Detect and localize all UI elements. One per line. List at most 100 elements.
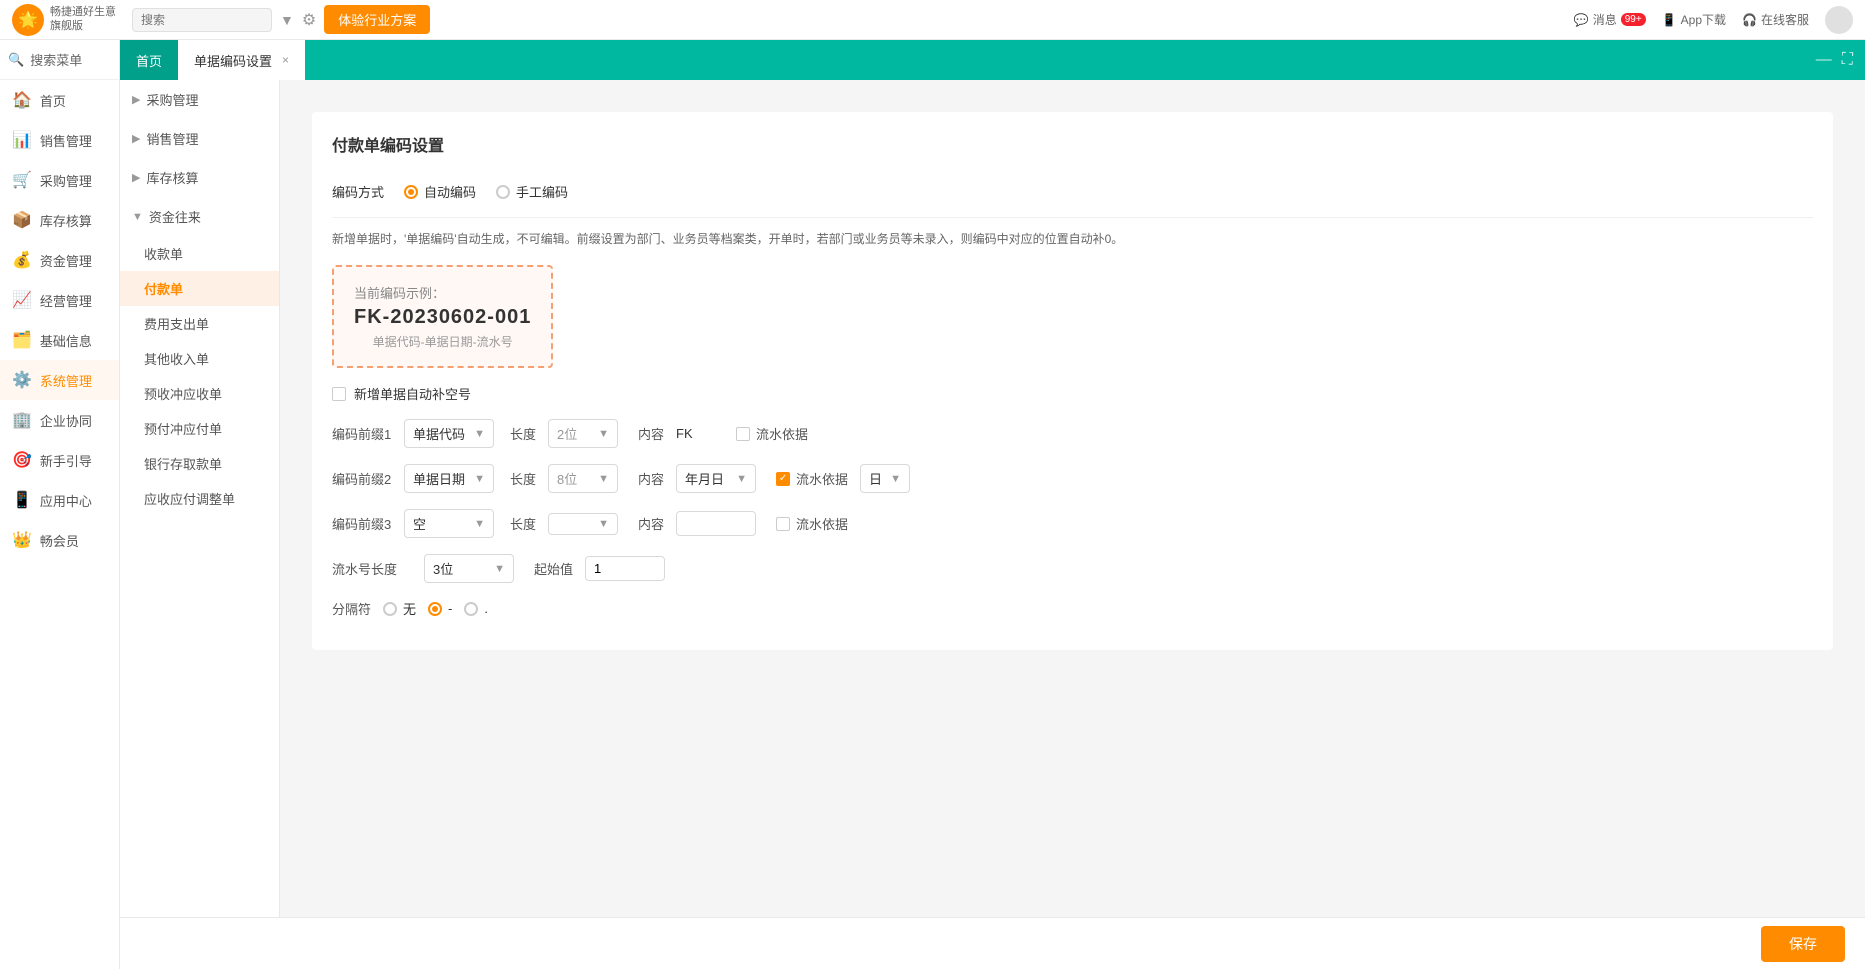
sidebar-item-system[interactable]: ⚙️ 系统管理 bbox=[0, 360, 119, 400]
operation-icon: 📈 bbox=[12, 290, 32, 310]
code-example-sub: 单据代码-单据日期-流水号 bbox=[354, 333, 531, 350]
chevron-down-icon: ▼ bbox=[474, 473, 485, 485]
manual-encode-radio[interactable] bbox=[496, 185, 510, 199]
sub-menu-item-other-income[interactable]: 其他收入单 bbox=[120, 341, 279, 376]
sidebar-item-operation[interactable]: 📈 经营管理 bbox=[0, 280, 119, 320]
tab-encoding-settings[interactable]: 单据编码设置 × bbox=[178, 40, 305, 80]
sidebar-item-enterprise[interactable]: 🏢 企业协同 bbox=[0, 400, 119, 440]
separator-label: 分隔符 bbox=[332, 599, 371, 618]
sidebar-item-basic[interactable]: 🗂️ 基础信息 bbox=[0, 320, 119, 360]
len3-select[interactable]: ▼ bbox=[548, 513, 618, 535]
len3-label: 长度 bbox=[510, 514, 536, 533]
trial-button[interactable]: 体验行业方案 bbox=[324, 5, 430, 34]
sales-icon: 📊 bbox=[12, 130, 32, 150]
serial-len-label: 流水号长度 bbox=[332, 559, 412, 578]
sidebar-item-purchase[interactable]: 🛒 采购管理 bbox=[0, 160, 119, 200]
sub-menu-sales: ▶ 销售管理 bbox=[120, 119, 279, 158]
app-icon: 📱 bbox=[1662, 13, 1677, 27]
sep-dot-radio[interactable] bbox=[464, 602, 478, 616]
prefix2-row: 编码前缀2 单据日期 ▼ 长度 8位 ▼ 内容 年月日 ▼ ✓ 流水依据 bbox=[332, 464, 1813, 493]
serial1-checkbox[interactable] bbox=[736, 427, 750, 441]
len2-select[interactable]: 8位 ▼ bbox=[548, 464, 618, 493]
page-title: 付款单编码设置 bbox=[332, 132, 1813, 156]
search-input[interactable] bbox=[132, 8, 272, 32]
len1-select[interactable]: 2位 ▼ bbox=[548, 419, 618, 448]
sub-menu-item-expense[interactable]: 费用支出单 bbox=[120, 306, 279, 341]
search-menu-btn[interactable]: 🔍 搜索菜单 bbox=[0, 40, 119, 80]
headset-icon: 🎧 bbox=[1742, 13, 1757, 27]
serial3-check: 流水依据 bbox=[776, 514, 848, 533]
prefix3-row: 编码前缀3 空 ▼ 长度 ▼ 内容 流水依据 bbox=[332, 509, 1813, 538]
minimize-icon[interactable]: — bbox=[1816, 51, 1832, 69]
encoding-radio-group: 自动编码 手工编码 bbox=[404, 182, 568, 201]
sidebar-item-newbie[interactable]: 🎯 新手引导 bbox=[0, 440, 119, 480]
tabbar-right: — ⛶ bbox=[1804, 40, 1865, 80]
serial3-checkbox[interactable] bbox=[776, 517, 790, 531]
prefix3-select[interactable]: 空 ▼ bbox=[404, 509, 494, 538]
sub-menu-item-receipt[interactable]: 收款单 bbox=[120, 236, 279, 271]
sep-dot-option[interactable]: . bbox=[464, 601, 488, 616]
sidebar-item-home[interactable]: 🏠 首页 bbox=[0, 80, 119, 120]
settings-card: 付款单编码设置 编码方式 自动编码 手工编码 新增单据时，'单据编码'自动生成，… bbox=[312, 112, 1833, 650]
sep-none-option[interactable]: 无 bbox=[383, 599, 416, 618]
dropdown-btn[interactable]: ▼ bbox=[280, 12, 294, 28]
main-content: 付款单编码设置 编码方式 自动编码 手工编码 新增单据时，'单据编码'自动生成，… bbox=[120, 80, 1865, 969]
sub-menu-item-bank[interactable]: 银行存取款单 bbox=[120, 446, 279, 481]
sub-menu-item-prepay-collect[interactable]: 预收冲应收单 bbox=[120, 376, 279, 411]
sub-menu-header-purchase[interactable]: ▶ 采购管理 bbox=[120, 80, 279, 119]
serial-len-select[interactable]: 3位 ▼ bbox=[424, 554, 514, 583]
sidebar-item-sales[interactable]: 📊 销售管理 bbox=[0, 120, 119, 160]
sep-none-radio[interactable] bbox=[383, 602, 397, 616]
expand-icon[interactable]: ⛶ bbox=[1842, 51, 1853, 69]
chevron-right-icon: ▶ bbox=[132, 132, 140, 145]
basic-icon: 🗂️ bbox=[12, 330, 32, 350]
save-button[interactable]: 保存 bbox=[1761, 926, 1845, 962]
sub-menu-item-ar-ap[interactable]: 应收应付调整单 bbox=[120, 481, 279, 516]
content3-input[interactable] bbox=[676, 511, 756, 536]
encoding-method-label: 编码方式 bbox=[332, 182, 384, 201]
sidebar-item-apps[interactable]: 📱 应用中心 bbox=[0, 480, 119, 520]
prefix1-row: 编码前缀1 单据代码 ▼ 长度 2位 ▼ 内容 FK 流水依据 bbox=[332, 419, 1813, 448]
info-text: 新增单据时，'单据编码'自动生成，不可编辑。前缀设置为部门、业务员等档案类，开单… bbox=[332, 230, 1813, 249]
start-value-input[interactable] bbox=[585, 556, 665, 581]
code-example-value: FK-20230602-001 bbox=[354, 306, 531, 329]
auto-fill-row: 新增单据自动补空号 bbox=[332, 384, 1813, 403]
message-icon: 💬 bbox=[1574, 13, 1589, 27]
sub-menu-header-sales[interactable]: ▶ 销售管理 bbox=[120, 119, 279, 158]
sub-menu-item-prepay-pay[interactable]: 预付冲应付单 bbox=[120, 411, 279, 446]
app-download-btn[interactable]: 📱 App下载 bbox=[1662, 11, 1726, 28]
sidebar: 🔍 搜索菜单 🏠 首页 📊 销售管理 🛒 采购管理 📦 库存核算 💰 资金管理 … bbox=[0, 40, 120, 969]
sep-dash-option[interactable]: - bbox=[428, 601, 452, 616]
manual-encode-option[interactable]: 手工编码 bbox=[496, 182, 568, 201]
sub-menu-header-inventory[interactable]: ▶ 库存核算 bbox=[120, 158, 279, 197]
auto-encode-option[interactable]: 自动编码 bbox=[404, 182, 476, 201]
content2-label: 内容 bbox=[638, 469, 664, 488]
auto-fill-checkbox[interactable] bbox=[332, 387, 346, 401]
sidebar-item-finance[interactable]: 💰 资金管理 bbox=[0, 240, 119, 280]
content2-select[interactable]: 年月日 ▼ bbox=[676, 464, 756, 493]
sidebar-item-inventory[interactable]: 📦 库存核算 bbox=[0, 200, 119, 240]
chevron-right-icon: ▶ bbox=[132, 93, 140, 106]
service-btn[interactable]: 🎧 在线客服 bbox=[1742, 11, 1809, 28]
tab-home[interactable]: 首页 bbox=[120, 40, 178, 80]
sep-dash-radio[interactable] bbox=[428, 602, 442, 616]
settings-icon[interactable]: ⚙ bbox=[302, 10, 316, 30]
topbar: 🌟 畅捷通好生意 旗舰版 ▼ ⚙ 体验行业方案 💬 消息 99+ 📱 App下载… bbox=[0, 0, 1865, 40]
apps-icon: 📱 bbox=[12, 490, 32, 510]
close-icon[interactable]: × bbox=[282, 53, 289, 67]
auto-encode-radio[interactable] bbox=[404, 185, 418, 199]
avatar[interactable] bbox=[1825, 6, 1853, 34]
content-area: 付款单编码设置 编码方式 自动编码 手工编码 新增单据时，'单据编码'自动生成，… bbox=[296, 96, 1849, 666]
serial-row: 流水号长度 3位 ▼ 起始值 bbox=[332, 554, 1813, 583]
prefix2-select[interactable]: 单据日期 ▼ bbox=[404, 464, 494, 493]
sub-menu-item-payment[interactable]: 付款单 bbox=[120, 271, 279, 306]
prefix1-select[interactable]: 单据代码 ▼ bbox=[404, 419, 494, 448]
serial2-checkbox[interactable]: ✓ bbox=[776, 472, 790, 486]
sidebar-item-member[interactable]: 👑 畅会员 bbox=[0, 520, 119, 560]
message-btn[interactable]: 💬 消息 99+ bbox=[1574, 11, 1646, 28]
sub-menu-header-finance[interactable]: ▼ 资金往来 bbox=[120, 197, 279, 236]
chevron-down-icon: ▼ bbox=[598, 518, 609, 530]
chevron-down-icon: ▼ bbox=[132, 211, 143, 223]
day-select[interactable]: 日 ▼ bbox=[860, 464, 910, 493]
code-example-label: 当前编码示例： bbox=[354, 283, 531, 302]
